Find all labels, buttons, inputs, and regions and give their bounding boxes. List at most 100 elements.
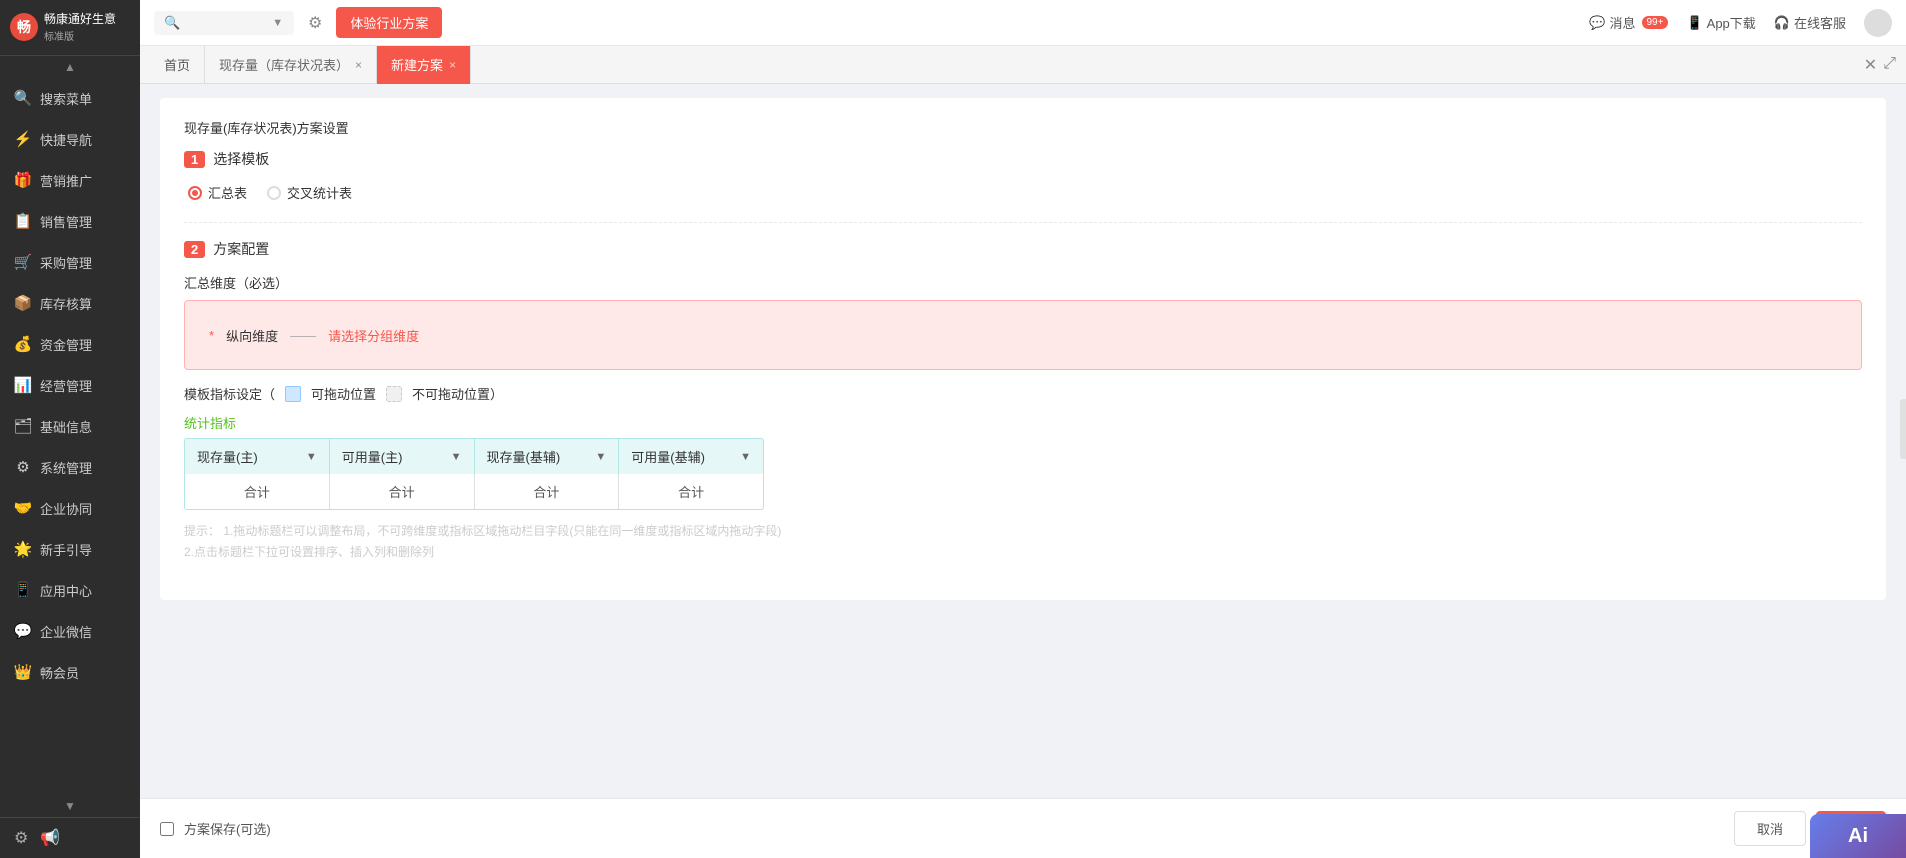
col-body-1: 合计 xyxy=(330,474,475,509)
close-tab-icon[interactable]: ✕ xyxy=(1864,55,1877,75)
no-drag-box xyxy=(386,386,402,402)
metrics-label: 模板指标设定（ xyxy=(184,384,275,403)
col-1-chevron-icon[interactable]: ▼ xyxy=(451,451,462,463)
newbie-icon: 🌟 xyxy=(14,540,32,558)
sidebar-item-inventory[interactable]: 📦 库存核算 xyxy=(0,283,140,324)
stats-section-label: 统计指标 xyxy=(184,413,1862,432)
close-new-plan-tab-icon[interactable]: × xyxy=(449,58,456,72)
tab-home[interactable]: 首页 xyxy=(150,46,205,84)
col-body-2: 合计 xyxy=(475,474,620,509)
col-header-1[interactable]: 可用量(主) ▼ xyxy=(330,439,475,474)
messages-badge: 99+ xyxy=(1642,16,1669,29)
dim-required-mark: * xyxy=(209,328,214,343)
sidebar-item-operation[interactable]: 📊 经营管理 xyxy=(0,365,140,406)
search-input[interactable] xyxy=(186,16,266,30)
sidebar-scroll-down[interactable]: ▼ xyxy=(0,795,140,817)
avatar[interactable] xyxy=(1864,9,1892,37)
drag-indicator xyxy=(285,386,301,402)
sidebar-item-member[interactable]: 👑 畅会员 xyxy=(0,652,140,693)
stats-table: 现存量(主) ▼ 可用量(主) ▼ 现存量(基辅) ▼ 可用量(基辅) xyxy=(184,438,764,510)
topbar-search-box[interactable]: 🔍 ▼ xyxy=(154,11,294,35)
topbar: 🔍 ▼ ⚙ 体验行业方案 💬 消息 99+ 📱 App下载 🎧 在线客服 xyxy=(140,0,1906,46)
col-header-3[interactable]: 可用量(基辅) ▼ xyxy=(619,439,763,474)
dimension-box[interactable]: * 纵向维度 —— 请选择分组维度 xyxy=(184,300,1862,370)
sidebar-item-label: 企业协同 xyxy=(40,499,92,518)
tab-new-plan[interactable]: 新建方案 × xyxy=(377,46,471,84)
company-icon: 🤝 xyxy=(14,499,32,517)
app-download-label: App下载 xyxy=(1707,13,1756,32)
sidebar-item-newbie[interactable]: 🌟 新手引导 xyxy=(0,529,140,570)
online-service-item[interactable]: 🎧 在线客服 xyxy=(1774,13,1846,32)
sidebar-item-system[interactable]: ⚙ 系统管理 xyxy=(0,447,140,488)
messages-label: 消息 xyxy=(1609,13,1635,32)
step1-badge: 1 xyxy=(184,151,205,168)
col-2-chevron-icon[interactable]: ▼ xyxy=(595,451,606,463)
trial-btn[interactable]: 体验行业方案 xyxy=(336,7,442,38)
phone-icon: 📱 xyxy=(1686,15,1702,31)
step2-section: 2 方案配置 汇总维度（必选） * 纵向维度 —— 请选择分组维度 模板指标设定… xyxy=(184,239,1862,560)
help-icon[interactable]: 📢 xyxy=(40,828,60,848)
messages-item[interactable]: 💬 消息 99+ xyxy=(1589,13,1668,32)
col-header-3-label: 可用量(基辅) xyxy=(631,447,705,466)
tab-inventory-status[interactable]: 现存量（库存状况表） × xyxy=(205,46,377,84)
page-title: 现存量(库存状况表)方案设置 xyxy=(184,118,1862,137)
sidebar-item-purchase[interactable]: 🛒 采购管理 xyxy=(0,242,140,283)
divider1 xyxy=(184,222,1862,223)
member-icon: 👑 xyxy=(14,663,32,681)
close-inventory-tab-icon[interactable]: × xyxy=(355,58,362,72)
sidebar-item-wechat[interactable]: 💬 企业微信 xyxy=(0,611,140,652)
col-0-chevron-icon[interactable]: ▼ xyxy=(306,451,317,463)
app-download-item[interactable]: 📱 App下载 xyxy=(1686,13,1755,32)
step2-label: 方案配置 xyxy=(213,239,269,259)
step1-label: 选择模板 xyxy=(213,149,269,169)
sidebar-item-app-center[interactable]: 📱 应用中心 xyxy=(0,570,140,611)
sidebar-item-marketing[interactable]: 🎁 营销推广 xyxy=(0,160,140,201)
sidebar-item-search-menu[interactable]: 🔍 搜索菜单 xyxy=(0,78,140,119)
app-badge: 标准版 xyxy=(44,28,116,43)
dropdown-icon[interactable]: ▼ xyxy=(272,17,283,29)
col-header-2[interactable]: 现存量(基辅) ▼ xyxy=(475,439,620,474)
cancel-button[interactable]: 取消 xyxy=(1734,811,1806,846)
logo-icon: 畅 xyxy=(10,13,38,41)
sidebar-item-quick-nav[interactable]: ⚡ 快捷导航 xyxy=(0,119,140,160)
col-header-0[interactable]: 现存量(主) ▼ xyxy=(185,439,330,474)
radio-cross[interactable]: 交叉统计表 xyxy=(267,183,352,202)
expand-icon[interactable]: ⤢ xyxy=(1883,55,1896,75)
app-center-icon: 📱 xyxy=(14,581,32,599)
metrics-row: 模板指标设定（ 可拖动位置 不可拖动位置） xyxy=(184,384,1862,403)
message-icon: 💬 xyxy=(1589,15,1605,31)
sidebar-item-finance[interactable]: 💰 资金管理 xyxy=(0,324,140,365)
sales-icon: 📋 xyxy=(14,212,32,230)
col-3-chevron-icon[interactable]: ▼ xyxy=(740,451,751,463)
gear-icon[interactable]: ⚙ xyxy=(308,13,322,33)
right-edge-handle[interactable] xyxy=(1900,399,1906,459)
radio-cross-label: 交叉统计表 xyxy=(287,183,352,202)
settings-icon[interactable]: ⚙ xyxy=(14,828,28,848)
sidebar-item-label: 基础信息 xyxy=(40,417,92,436)
sidebar-logo: 畅 畅康通好生意 标准版 xyxy=(0,0,140,56)
save-checkbox[interactable] xyxy=(160,822,174,836)
ai-float-button[interactable]: Ai xyxy=(1810,814,1906,858)
content-area: 现存量(库存状况表)方案设置 1 选择模板 汇总表 交叉统计表 xyxy=(140,84,1906,798)
topbar-right: 💬 消息 99+ 📱 App下载 🎧 在线客服 xyxy=(1589,9,1892,37)
col-body-0: 合计 xyxy=(185,474,330,509)
sidebar-item-sales[interactable]: 📋 销售管理 xyxy=(0,201,140,242)
bottom-bar: 方案保存(可选) 取消 查询 xyxy=(140,798,1906,858)
tab-new-plan-label: 新建方案 xyxy=(391,55,443,74)
search-menu-icon: 🔍 xyxy=(14,89,32,107)
step1-section: 1 选择模板 汇总表 交叉统计表 xyxy=(184,149,1862,202)
step1-header: 1 选择模板 xyxy=(184,149,1862,169)
radio-summary[interactable]: 汇总表 xyxy=(188,183,247,202)
sidebar-scroll-up[interactable]: ▲ xyxy=(0,56,140,78)
step2-badge: 2 xyxy=(184,241,205,258)
main-area: 🔍 ▼ ⚙ 体验行业方案 💬 消息 99+ 📱 App下载 🎧 在线客服 xyxy=(140,0,1906,858)
sidebar-item-label: 营销推广 xyxy=(40,171,92,190)
sidebar-item-basic-info[interactable]: 🗂 基础信息 xyxy=(0,406,140,447)
col-header-0-label: 现存量(主) xyxy=(197,447,258,466)
sidebar-item-label: 库存核算 xyxy=(40,294,92,313)
drag-box xyxy=(285,386,301,402)
sidebar-nav: 🔍 搜索菜单 ⚡ 快捷导航 🎁 营销推广 📋 销售管理 🛒 采购管理 📦 库存核… xyxy=(0,78,140,795)
sidebar-item-company[interactable]: 🤝 企业协同 xyxy=(0,488,140,529)
system-icon: ⚙ xyxy=(14,458,32,476)
non-draggable-label: 不可拖动位置） xyxy=(412,384,503,403)
